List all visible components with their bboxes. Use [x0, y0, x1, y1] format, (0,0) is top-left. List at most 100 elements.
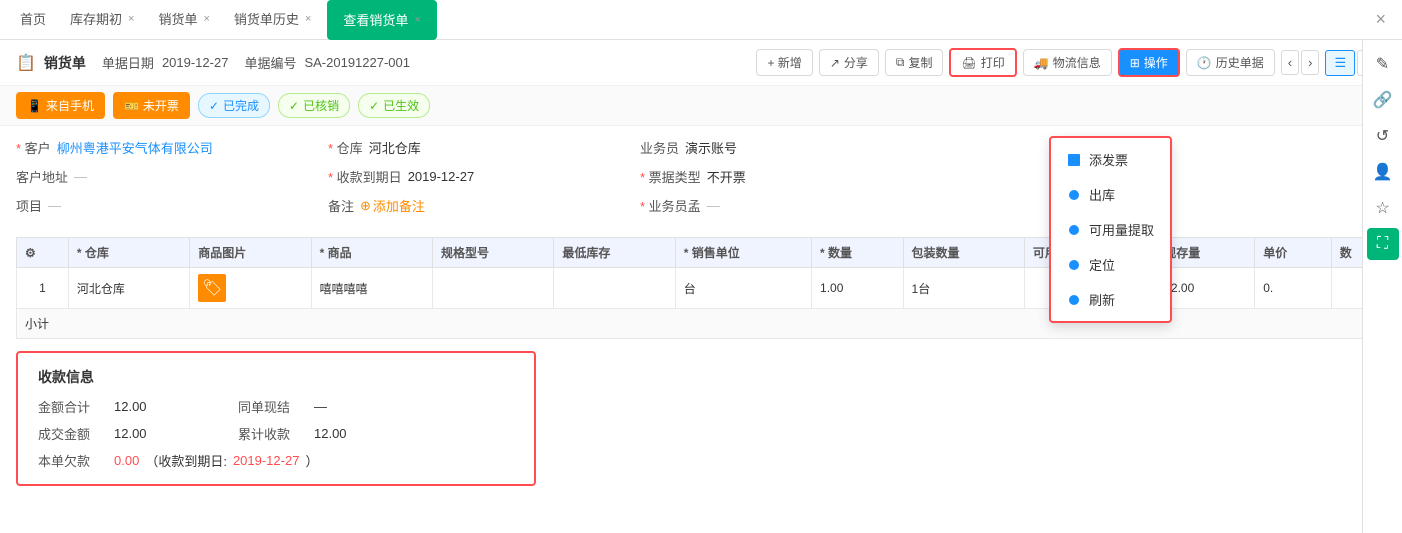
total-amount-item: 金额合计 12.00 [38, 397, 238, 416]
tab-sales-history[interactable]: 销货单历史 × [222, 0, 323, 40]
form-area: 客户 柳州粤港平安气体有限公司 仓库 河北仓库 业务员 演示账号 客户地址 — … [0, 126, 1402, 237]
col-product: * 商品 [311, 238, 432, 268]
payment-date-field: 收款到期日 2019-12-27 [328, 167, 608, 186]
notes-field: 备注 ⊕ 添加备注 [328, 196, 608, 215]
payment-date-label: 收款到期日 [328, 167, 402, 186]
total-amount-value: 12.00 [114, 399, 147, 414]
logistics-button[interactable]: 🚚 物流信息 [1023, 49, 1112, 76]
quantity-pickup-icon [1067, 223, 1081, 237]
tab-bar: 首页 库存期初 × 销货单 × 销货单历史 × 查看销货单 × × [0, 0, 1402, 40]
ticket-type-value: 不开票 [707, 167, 746, 186]
row-product: 嘻嘻嘻嘻 [311, 268, 432, 309]
cancelled-check-icon: ✓ [289, 99, 299, 113]
sidebar-star-icon[interactable]: ☆ [1367, 192, 1399, 224]
sidebar-user-icon[interactable]: 👤 [1367, 156, 1399, 188]
tab-view-sales[interactable]: 查看销货单 × [327, 0, 436, 40]
tab-sales-order[interactable]: 销货单 × [146, 0, 221, 40]
total-amount-label: 金额合计 [38, 397, 108, 416]
sales-rep-label: 业务员孟 [640, 196, 701, 215]
customer-value[interactable]: 柳州粤港平安气体有限公司 [57, 138, 213, 157]
out-warehouse-icon [1067, 188, 1081, 202]
project-value: — [48, 198, 61, 213]
project-field: 项目 — [16, 196, 296, 215]
copy-button[interactable]: ⧉ 复制 [885, 49, 944, 76]
window-close-button[interactable]: × [1367, 9, 1394, 30]
staff-label: 业务员 [640, 138, 679, 157]
staff-field: 业务员 演示账号 [640, 138, 920, 157]
not-opened-button[interactable]: 🎫 未开票 [113, 92, 190, 119]
tab-inventory-init[interactable]: 库存期初 × [58, 0, 146, 40]
share-icon: ↗ [830, 56, 840, 70]
customer-field: 客户 柳州粤港平安气体有限公司 [16, 138, 296, 157]
add-note-button[interactable]: ⊕ 添加备注 [360, 196, 425, 215]
row-sales-unit: 台 [675, 268, 811, 309]
prev-arrow[interactable]: ‹ [1281, 50, 1299, 75]
ticket-type-field: 票据类型 不开票 [640, 167, 920, 186]
history-button[interactable]: 🕐 历史单据 [1186, 49, 1275, 76]
operations-dropdown: 添发票 出库 可用量提取 定位 刷新 [1049, 136, 1172, 323]
current-arrears-item: 本单欠款 0.00 （收款到期日: 2019-12-27 ） [38, 451, 438, 470]
completed-badge[interactable]: ✓ 已完成 [198, 93, 270, 118]
row-num: 1 [17, 268, 69, 309]
col-warehouse: * 仓库 [68, 238, 189, 268]
col-unit-price: 单价 [1255, 238, 1332, 268]
same-order-item: 同单现结 — [238, 397, 438, 416]
row-warehouse: 河北仓库 [68, 268, 189, 309]
subtotal-row: 小计 [17, 309, 1386, 339]
col-pack-qty: 包装数量 [903, 238, 1024, 268]
warehouse-label: 仓库 [328, 138, 363, 157]
same-order-label: 同单现结 [238, 397, 308, 416]
share-button[interactable]: ↗ 分享 [819, 49, 879, 76]
row-quantity: 1.00 [812, 268, 904, 309]
plus-icon: ⊕ [360, 198, 371, 214]
table-row: 1 河北仓库 🏷 嘻嘻嘻嘻 台 1.00 1台 12.00 0. [17, 268, 1386, 309]
col-spec: 规格型号 [432, 238, 553, 268]
effective-check-icon: ✓ [369, 99, 379, 113]
effective-badge[interactable]: ✓ 已生效 [358, 93, 430, 118]
table-container: ⚙ * 仓库 商品图片 * 商品 规格型号 最低库存 * 销售单位 * 数量 包… [0, 237, 1402, 339]
refresh-icon [1067, 293, 1081, 307]
add-invoice-item[interactable]: 添发票 [1051, 142, 1170, 177]
transaction-amount-value: 12.00 [114, 426, 147, 441]
sidebar-edit-icon[interactable]: ✎ [1367, 48, 1399, 80]
copy-icon: ⧉ [896, 55, 905, 70]
sub-toolbar: 📱 来自手机 🎫 未开票 ✓ 已完成 ✓ 已核销 ✓ 已生效 [0, 86, 1402, 126]
form-row-1: 客户 柳州粤港平安气体有限公司 仓库 河北仓库 业务员 演示账号 [16, 138, 1386, 157]
operations-button[interactable]: ⊞ 操作 [1118, 48, 1180, 77]
list-view-btn[interactable]: ☰ [1325, 50, 1355, 76]
address-label: 客户地址 [16, 167, 68, 186]
tab-sales-order-close[interactable]: × [203, 13, 209, 25]
doc-header: 📋 销货单 单据日期 2019-12-27 单据编号 SA-20191227-0… [0, 40, 1402, 86]
locate-item[interactable]: 定位 [1051, 247, 1170, 282]
new-button[interactable]: + 新增 [756, 49, 812, 76]
tab-home[interactable]: 首页 [8, 0, 58, 40]
tab-sales-history-close[interactable]: × [305, 13, 311, 25]
ticket-icon: 🎫 [124, 99, 139, 113]
doc-title: 📋 销货单 [16, 53, 86, 73]
cumulative-receipt-label: 累计收款 [238, 424, 308, 443]
staff-value: 演示账号 [685, 138, 737, 157]
tab-inventory-init-close[interactable]: × [128, 13, 134, 25]
add-invoice-icon [1067, 153, 1081, 167]
nav-arrows: ‹ › [1281, 50, 1320, 75]
sidebar-refresh-icon[interactable]: ↺ [1367, 120, 1399, 152]
col-quantity: * 数量 [812, 238, 904, 268]
sidebar-expand-icon[interactable]: ⛶ [1367, 228, 1399, 260]
from-mobile-button[interactable]: 📱 来自手机 [16, 92, 105, 119]
col-gear: ⚙ [17, 238, 69, 268]
tab-view-sales-close[interactable]: × [414, 14, 420, 26]
address-value: — [74, 169, 87, 184]
quantity-pickup-item[interactable]: 可用量提取 [1051, 212, 1170, 247]
tab-bar-right: × [1367, 9, 1394, 30]
next-arrow[interactable]: › [1301, 50, 1319, 75]
row-pack-qty: 1台 [903, 268, 1024, 309]
sidebar-link-icon[interactable]: 🔗 [1367, 84, 1399, 116]
current-arrears-label: 本单欠款 [38, 451, 108, 470]
cancelled-badge[interactable]: ✓ 已核销 [278, 93, 350, 118]
doc-number-label: 单据编号 SA-20191227-001 [244, 53, 410, 72]
out-warehouse-item[interactable]: 出库 [1051, 177, 1170, 212]
refresh-item[interactable]: 刷新 [1051, 282, 1170, 317]
print-button[interactable]: 🖨 打印 [949, 48, 1016, 77]
doc-actions: + 新增 ↗ 分享 ⧉ 复制 🖨 打印 🚚 物流信息 ⊞ 操作 � [756, 48, 1386, 77]
cumulative-receipt-item: 累计收款 12.00 [238, 424, 438, 443]
